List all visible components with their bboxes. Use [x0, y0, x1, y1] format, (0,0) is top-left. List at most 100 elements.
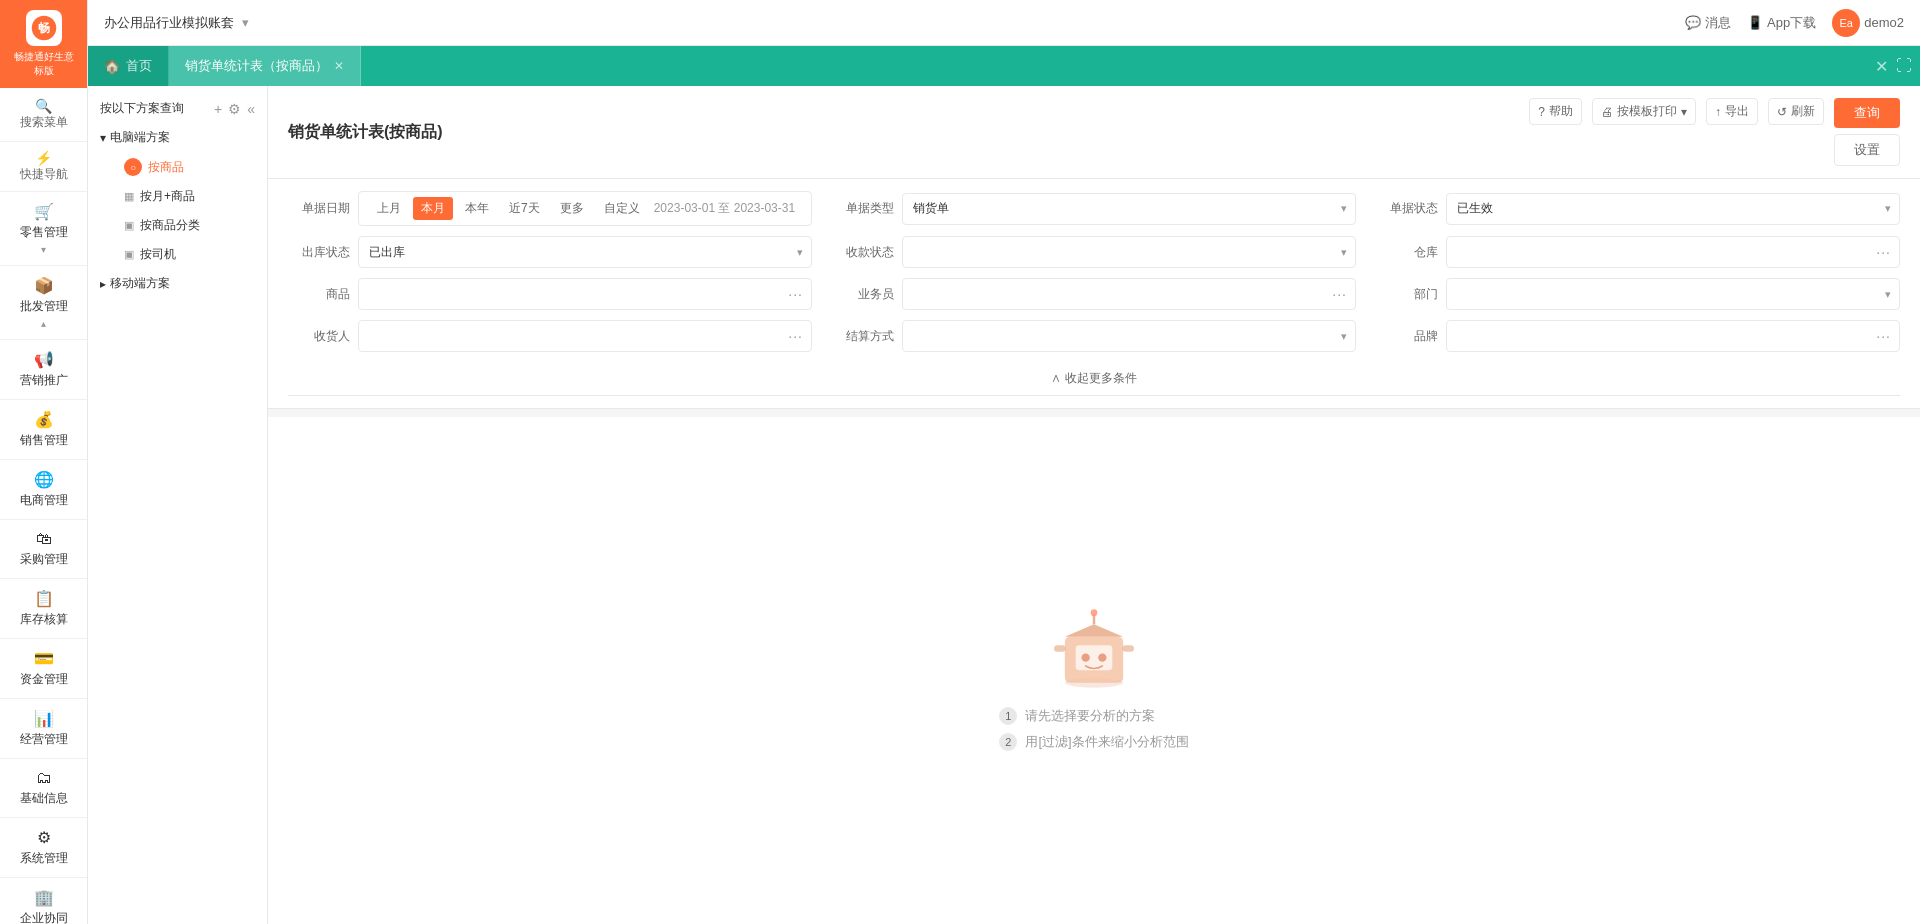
date-tab-thismonth[interactable]: 本月	[413, 197, 453, 220]
goods-control[interactable]: ···	[358, 278, 812, 310]
docstatus-control[interactable]: 已生效	[1446, 193, 1900, 225]
print-label: 按模板打印	[1617, 103, 1677, 120]
sidebar-item-ecommerce[interactable]: 🌐 电商管理	[0, 460, 87, 520]
doctype-control[interactable]: 销货单	[902, 193, 1356, 225]
docstatus-value: 已生效	[1457, 200, 1493, 217]
date-tab-7days[interactable]: 近7天	[501, 197, 548, 220]
svg-point-8	[1091, 609, 1098, 616]
settings-button[interactable]: 设置	[1834, 134, 1900, 166]
empty-tips: 1 请先选择要分析的方案 2 用[过滤]条件来缩小分析范围	[999, 707, 1188, 751]
sidebar-item-basic[interactable]: 🗂 基础信息	[0, 759, 87, 818]
top-header: 办公用品行业模拟账套 ▾ 💬 消息 📱 App下载 Ea demo2	[88, 0, 1920, 46]
salesperson-control[interactable]: ···	[902, 278, 1356, 310]
help-btn[interactable]: ? 帮助	[1529, 98, 1582, 125]
sidebar-item-system[interactable]: ⚙ 系统管理	[0, 818, 87, 878]
print-btn[interactable]: 🖨 按模板打印 ▾	[1592, 98, 1696, 125]
svg-point-6	[1098, 653, 1106, 661]
sidebar-item-marketing[interactable]: 📢 营销推广	[0, 340, 87, 400]
tab-maximize-icon[interactable]: ⛶	[1896, 57, 1912, 75]
refresh-btn[interactable]: ↺ 刷新	[1768, 98, 1824, 125]
ecommerce-label: 电商管理	[20, 492, 68, 509]
tab-sales-report[interactable]: 销货单统计表（按商品） ✕	[169, 46, 361, 86]
sidebar-item-wholesale[interactable]: 📦 批发管理 ▴	[0, 266, 87, 340]
collectstatus-control[interactable]	[902, 236, 1356, 268]
collapse-filter-btn[interactable]: ∧ 收起更多条件	[288, 362, 1900, 396]
quicknav-label: 快捷导航	[5, 166, 82, 183]
system-label: 系统管理	[20, 850, 68, 867]
outstatus-control[interactable]: 已出库	[358, 236, 812, 268]
wholesale-label: 批发管理	[20, 298, 68, 315]
refresh-icon: ↺	[1777, 105, 1787, 119]
home-icon: 🏠	[104, 59, 120, 74]
tree-item-by-month-goods[interactable]: ▦ 按月+商品	[112, 182, 267, 211]
filter-doctype-section: 单据类型 销货单	[832, 193, 1356, 225]
export-btn[interactable]: ↑ 导出	[1706, 98, 1758, 125]
user-profile-btn[interactable]: Ea demo2	[1832, 9, 1904, 37]
retail-label: 零售管理	[20, 224, 68, 241]
app-download-btn[interactable]: 📱 App下载	[1747, 14, 1816, 32]
tree-group-pc[interactable]: ▾ 电脑端方案	[88, 123, 267, 152]
doctype-value: 销货单	[913, 200, 949, 217]
sidebar-item-sales[interactable]: 💰 销售管理	[0, 400, 87, 460]
brand-label: 品牌	[1376, 328, 1446, 345]
tree-item-by-driver[interactable]: ▣ 按司机	[112, 240, 267, 269]
sidebar-item-quicknav[interactable]: ⚡ 快捷导航	[0, 142, 87, 192]
sidebar-item-retail[interactable]: 🛒 零售管理 ▾	[0, 192, 87, 266]
date-tab-thisyear[interactable]: 本年	[457, 197, 497, 220]
svg-text:畅: 畅	[38, 21, 50, 35]
breadcrumb: 办公用品行业模拟账套	[104, 14, 234, 32]
right-content: 销货单统计表(按商品) ? 帮助 🖨 按模板打印 ▾ ↑	[268, 86, 1920, 924]
message-icon: 💬	[1685, 15, 1701, 30]
sidebar-item-purchase[interactable]: 🛍 采购管理	[0, 520, 87, 579]
sidebar-item-search[interactable]: 🔍 搜索菜单	[0, 88, 87, 142]
filter-row-1: 单据日期 上月 本月 本年 近7天 更多 自定义 2023-03-01 至 20…	[288, 191, 1900, 226]
query-button[interactable]: 查询	[1834, 98, 1900, 128]
print-dropdown-icon: ▾	[1681, 105, 1687, 119]
receiver-label: 收货人	[288, 328, 358, 345]
date-tab-lastmonth[interactable]: 上月	[369, 197, 409, 220]
app-subtitle: 标版	[34, 64, 54, 78]
tab-close-all-icon[interactable]: ✕	[1875, 57, 1888, 76]
breadcrumb-dropdown-icon[interactable]: ▾	[242, 15, 249, 30]
date-tab-custom[interactable]: 自定义	[596, 197, 648, 220]
data-area: 1 请先选择要分析的方案 2 用[过滤]条件来缩小分析范围	[268, 417, 1920, 924]
tree-expand-icon: ▾	[100, 131, 106, 145]
settings-scheme-icon[interactable]: ⚙	[228, 101, 241, 117]
filter-row-4: 收货人 ··· 结算方式 品	[288, 320, 1900, 352]
tree-item-by-category[interactable]: ▣ 按商品分类	[112, 211, 267, 240]
tab-home[interactable]: 🏠 首页	[88, 46, 169, 86]
receiver-control[interactable]: ···	[358, 320, 812, 352]
date-tab-more[interactable]: 更多	[552, 197, 592, 220]
tip-num-2: 2	[999, 733, 1017, 751]
finance-label: 资金管理	[20, 671, 68, 688]
tab-close-icon[interactable]: ✕	[334, 59, 344, 73]
filter-salesperson-section: 业务员 ···	[832, 278, 1356, 310]
warehouse-control[interactable]: ···	[1446, 236, 1900, 268]
department-control[interactable]	[1446, 278, 1900, 310]
message-btn[interactable]: 💬 消息	[1685, 14, 1731, 32]
add-scheme-icon[interactable]: +	[214, 101, 222, 117]
help-icon: ?	[1538, 105, 1545, 119]
app-name: 畅捷通好生意	[14, 50, 74, 64]
sales-label: 销售管理	[20, 432, 68, 449]
tree-item-by-month-goods-label: 按月+商品	[140, 188, 195, 205]
inventory-label: 库存核算	[20, 611, 68, 628]
sidebar-item-inventory[interactable]: 📋 库存核算	[0, 579, 87, 639]
panel-header: 按以下方案查询 + ⚙ «	[88, 94, 267, 123]
sidebar-item-finance[interactable]: 💳 资金管理	[0, 639, 87, 699]
app-logo[interactable]: 畅 畅捷通好生意 标版	[0, 0, 87, 88]
message-label: 消息	[1705, 14, 1731, 32]
tree-group-pc-label: 电脑端方案	[110, 129, 170, 146]
tree-group-mobile[interactable]: ▸ 移动端方案	[88, 269, 267, 298]
filter-area: 单据日期 上月 本月 本年 近7天 更多 自定义 2023-03-01 至 20…	[268, 179, 1920, 409]
settle-control[interactable]	[902, 320, 1356, 352]
panel-header-label: 按以下方案查询	[100, 100, 184, 117]
tree-item-by-goods[interactable]: ○ 按商品	[112, 152, 267, 182]
enterprise-label: 企业协同	[20, 910, 68, 924]
collapse-panel-icon[interactable]: «	[247, 101, 255, 117]
tree-group-mobile-label: 移动端方案	[110, 275, 170, 292]
brand-control[interactable]: ···	[1446, 320, 1900, 352]
sidebar-item-enterprise[interactable]: 🏢 企业协同	[0, 878, 87, 924]
sidebar-item-operation[interactable]: 📊 经营管理	[0, 699, 87, 759]
tree-item-by-category-label: 按商品分类	[140, 217, 200, 234]
